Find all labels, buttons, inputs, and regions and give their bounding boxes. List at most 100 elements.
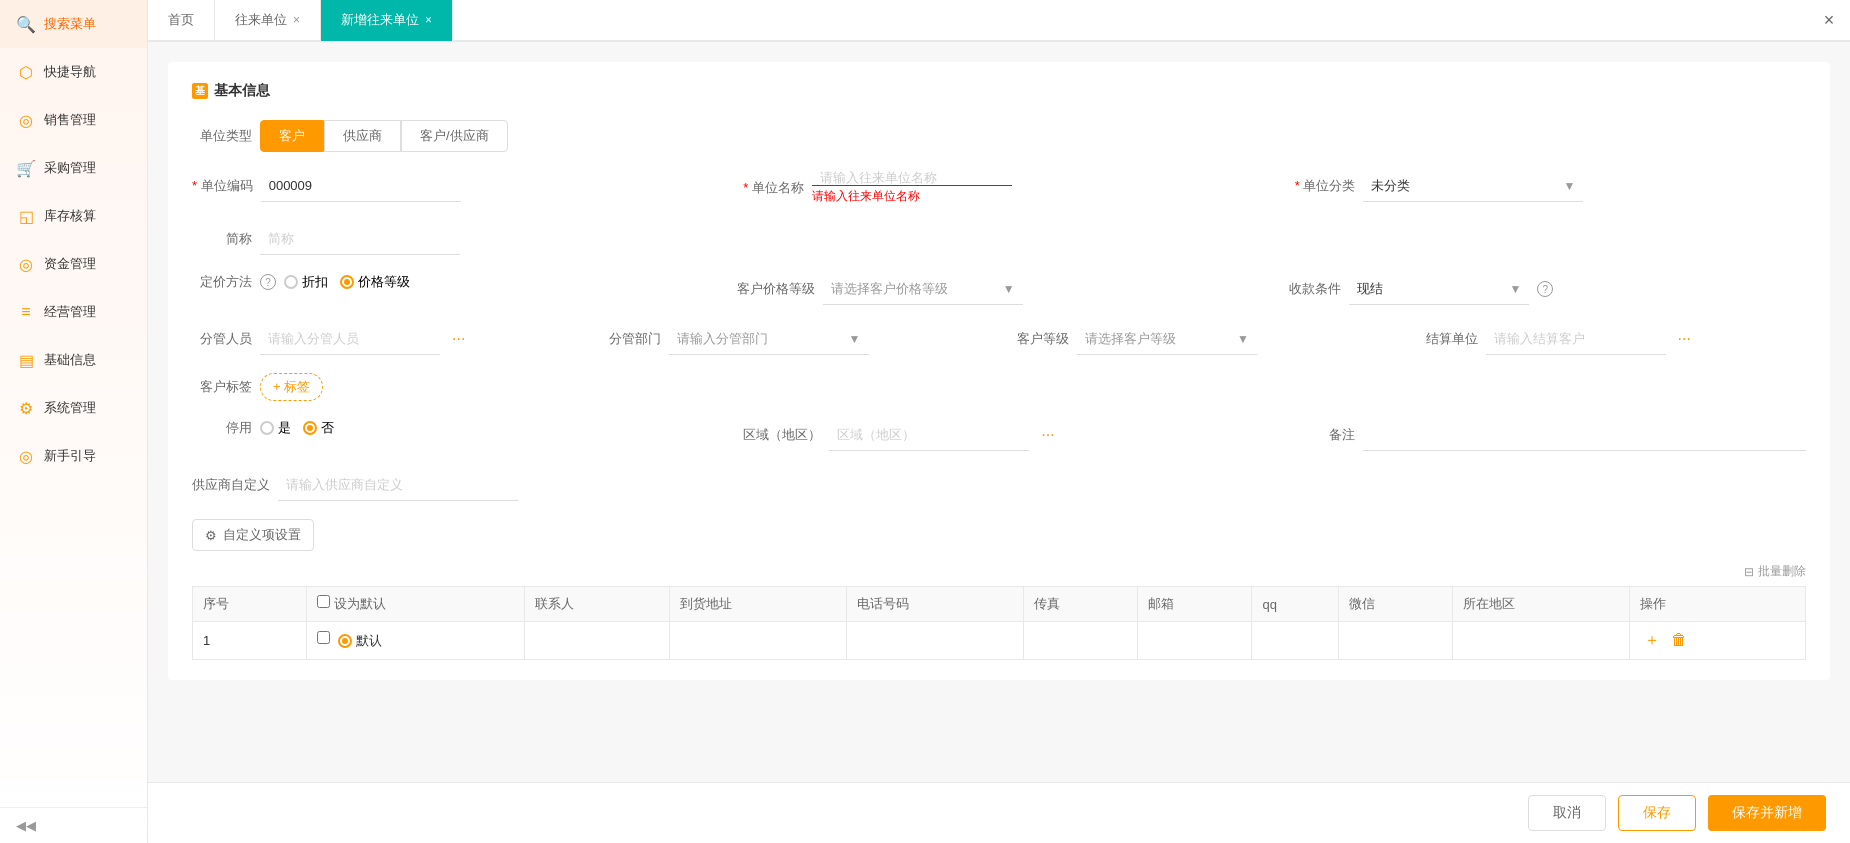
manager-more-btn[interactable]: ···: [452, 330, 465, 348]
discount-radio[interactable]: 折扣: [284, 273, 328, 291]
tab-home[interactable]: 首页: [148, 0, 215, 41]
tab-partner[interactable]: 往来单位 ×: [215, 0, 321, 41]
unit-category-chevron: ▼: [1563, 179, 1575, 193]
department-select[interactable]: 请输入分管部门 ▼: [669, 323, 869, 355]
remark-input[interactable]: [1363, 419, 1806, 451]
row-checkbox[interactable]: [317, 631, 330, 644]
sidebar-item-quick-nav[interactable]: ⬡ 快捷导航: [0, 48, 147, 96]
row-seq: 1: [193, 622, 307, 660]
row-phone: [847, 622, 1024, 660]
sidebar-item-inventory[interactable]: ◱ 库存核算: [0, 192, 147, 240]
pricing-method-label: 定价方法: [192, 273, 252, 291]
disabled-radio-group: 是 否: [260, 419, 334, 437]
payment-terms-help-icon[interactable]: ?: [1537, 281, 1553, 297]
region-more-btn[interactable]: ···: [1041, 426, 1054, 444]
tab-partner-close[interactable]: ×: [293, 13, 300, 27]
type-button-group: 客户 供应商 客户/供应商: [260, 120, 508, 152]
supplier-custom-input[interactable]: [278, 469, 518, 501]
unit-name-label: 单位名称: [743, 179, 804, 197]
tab-home-label: 首页: [168, 11, 194, 29]
customer-level-label: 客户等级: [1009, 330, 1069, 348]
sidebar-item-finance[interactable]: ◎ 资金管理: [0, 240, 147, 288]
batch-delete-button[interactable]: ⊟ 批量删除: [1744, 563, 1806, 580]
row-contact: [524, 622, 670, 660]
sidebar-item-basic-info[interactable]: ▤ 基础信息: [0, 336, 147, 384]
yes-radio[interactable]: 是: [260, 419, 291, 437]
unit-name-field: 单位名称 请输入往来单位名称: [743, 170, 1254, 205]
remark-field: 备注: [1295, 419, 1806, 451]
sidebar-item-system[interactable]: ⚙ 系统管理: [0, 384, 147, 432]
batch-delete-area: ⊟ 批量删除: [192, 563, 1806, 580]
unit-type-row: 单位类型 客户 供应商 客户/供应商: [192, 120, 1806, 152]
disabled-row: 停用 是 否 区域（地区） ···: [192, 419, 1806, 451]
sidebar-item-sales[interactable]: ◎ 销售管理: [0, 96, 147, 144]
form-content: 基 基本信息 单位类型 客户 供应商 客户/供应商 单位编码: [148, 42, 1850, 782]
row-add-button[interactable]: ＋: [1644, 631, 1660, 648]
unit-code-input[interactable]: [261, 170, 461, 202]
col-wechat: 微信: [1338, 587, 1452, 622]
window-close-button[interactable]: ×: [1808, 0, 1850, 41]
row-fax: [1024, 622, 1138, 660]
payment-terms-select[interactable]: 现结 ▼: [1349, 273, 1529, 305]
department-field: 分管部门 请输入分管部门 ▼: [601, 323, 990, 355]
unit-category-value: 未分类: [1371, 177, 1559, 195]
no-radio-circle: [303, 421, 317, 435]
sidebar-item-purchase[interactable]: 🛒 采购管理: [0, 144, 147, 192]
batch-delete-label: 批量删除: [1758, 563, 1806, 580]
col-email: 邮箱: [1138, 587, 1252, 622]
settlement-input[interactable]: [1486, 323, 1666, 355]
sidebar-item-operations[interactable]: ≡ 经营管理: [0, 288, 147, 336]
cancel-button[interactable]: 取消: [1528, 795, 1606, 831]
short-name-input[interactable]: [260, 223, 460, 255]
customer-tag-row: 客户标签 + 标签: [192, 373, 1806, 401]
pricing-help-icon[interactable]: ?: [260, 274, 276, 290]
row-address: [670, 622, 847, 660]
sidebar-item-basic-info-label: 基础信息: [44, 351, 96, 369]
customer-price-chevron: ▼: [1003, 282, 1015, 296]
manager-row: 分管人员 ··· 分管部门 请输入分管部门 ▼ 客户等级 请选择客户等级 ▼: [192, 323, 1806, 355]
manager-input[interactable]: [260, 323, 440, 355]
sidebar-item-quick-nav-label: 快捷导航: [44, 63, 96, 81]
operations-icon: ≡: [16, 302, 36, 322]
basic-info-icon: ▤: [16, 350, 36, 370]
unit-name-input[interactable]: [812, 170, 1012, 186]
customer-tag-field: 客户标签 + 标签: [192, 373, 1806, 401]
type-btn-supplier[interactable]: 供应商: [324, 120, 401, 152]
customer-level-select[interactable]: 请选择客户等级 ▼: [1077, 323, 1257, 355]
tab-new-partner[interactable]: 新增往来单位 ×: [321, 0, 453, 41]
unit-category-select[interactable]: 未分类 ▼: [1363, 170, 1583, 202]
type-btn-customer[interactable]: 客户: [260, 120, 324, 152]
type-btn-both[interactable]: 客户/供应商: [401, 120, 508, 152]
quick-nav-icon: ⬡: [16, 62, 36, 82]
tab-new-partner-close[interactable]: ×: [425, 13, 432, 27]
save-new-button[interactable]: 保存并新增: [1708, 795, 1826, 831]
pricing-row: 定价方法 ? 折扣 价格等级 客户价格等级: [192, 273, 1806, 305]
sidebar-item-search-label: 搜索菜单: [44, 15, 96, 33]
select-all-checkbox[interactable]: [317, 595, 330, 608]
search-icon: 🔍: [16, 14, 36, 34]
short-name-row: 简称: [192, 223, 1806, 255]
yes-radio-circle: [260, 421, 274, 435]
save-button[interactable]: 保存: [1618, 795, 1696, 831]
add-tag-button[interactable]: + 标签: [260, 373, 323, 401]
sidebar-item-search[interactable]: 🔍 搜索菜单: [0, 0, 147, 48]
sidebar-item-guide[interactable]: ◎ 新手引导: [0, 432, 147, 480]
settings-icon: ⚙: [205, 528, 217, 543]
unit-code-label: 单位编码: [192, 177, 253, 195]
price-level-radio[interactable]: 价格等级: [340, 273, 410, 291]
customer-level-chevron: ▼: [1237, 332, 1249, 346]
collapse-icon[interactable]: ◀◀: [16, 818, 36, 833]
row-delete-button[interactable]: 🗑: [1671, 631, 1687, 648]
col-address: 到货地址: [670, 587, 847, 622]
custom-settings-button[interactable]: ⚙ 自定义项设置: [192, 519, 314, 551]
no-radio[interactable]: 否: [303, 419, 334, 437]
col-seq: 序号: [193, 587, 307, 622]
settlement-more-btn[interactable]: ···: [1678, 330, 1691, 348]
region-input[interactable]: [829, 419, 1029, 451]
default-label: 默认: [356, 632, 382, 650]
customer-price-label: 客户价格等级: [737, 280, 815, 298]
tab-new-partner-label: 新增往来单位: [341, 11, 419, 29]
default-radio[interactable]: 默认: [338, 632, 382, 650]
sidebar: 🔍 搜索菜单 ⬡ 快捷导航 ◎ 销售管理 🛒 采购管理 ◱ 库存核算 ◎ 资金管…: [0, 0, 148, 843]
customer-price-select[interactable]: 请选择客户价格等级 ▼: [823, 273, 1023, 305]
